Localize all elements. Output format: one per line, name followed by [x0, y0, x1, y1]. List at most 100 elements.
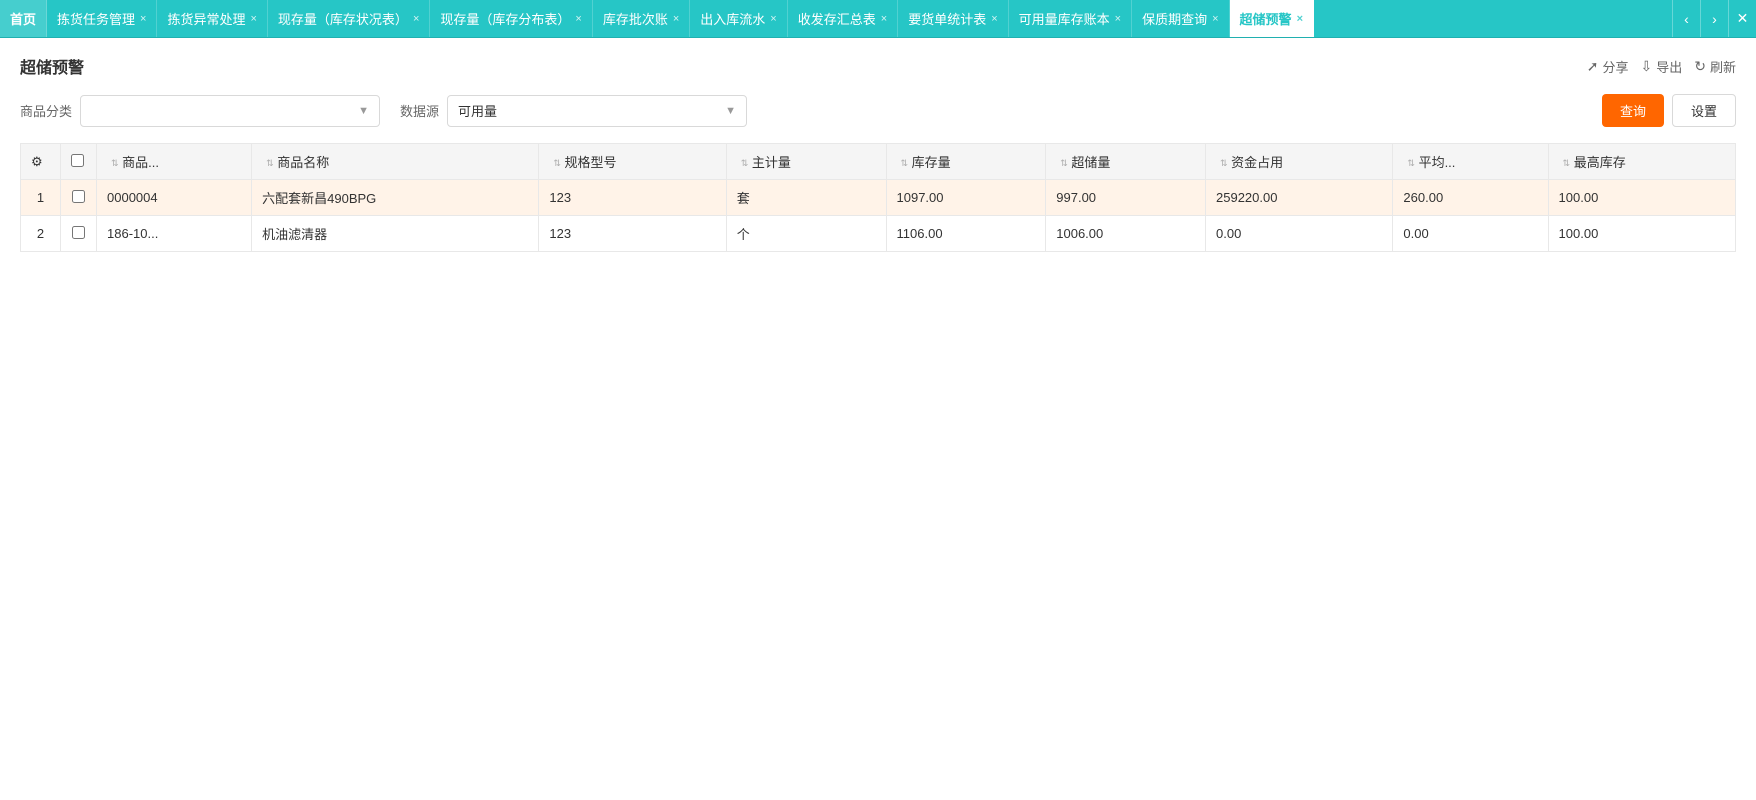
filter-row: 商品分类 ▼ 数据源 可用量 ▼ 查询 设置: [20, 94, 1736, 127]
nav-tab-close[interactable]: ×: [250, 13, 256, 25]
nav-tab-1[interactable]: 拣货异常处理 ×: [157, 0, 267, 37]
datasource-select-arrow: ▼: [725, 105, 736, 117]
nav-tab-label: 拣货任务管理: [57, 9, 135, 28]
row-unit: 套: [726, 180, 886, 216]
refresh-button[interactable]: ↻ 刷新: [1694, 57, 1736, 76]
nav-tab-3[interactable]: 现存量（库存分布表） ×: [430, 0, 592, 37]
nav-tab-label: 拣货异常处理: [167, 9, 245, 28]
page-header: 超储预警 ➚ 分享 ⇩ 导出 ↻ 刷新: [20, 54, 1736, 78]
nav-tab-label: 保质期查询: [1142, 9, 1207, 28]
table-row: 2 186-10... 机油滤清器 123 个 1106.00 1006.00 …: [21, 216, 1736, 252]
nav-tab-label: 要货单统计表: [908, 9, 986, 28]
nav-tab-7[interactable]: 要货单统计表 ×: [898, 0, 1008, 37]
refresh-icon: ↻: [1694, 58, 1706, 75]
data-table: ⚙ ⇅ 商品... ⇅ 商品名称 ⇅ 规格型号 ⇅: [20, 143, 1736, 252]
share-icon: ➚: [1587, 58, 1599, 75]
row-index: 2: [21, 216, 61, 252]
datasource-filter: 数据源 可用量 ▼: [400, 95, 747, 127]
nav-tab-0[interactable]: 拣货任务管理 ×: [47, 0, 157, 37]
nav-tab-6[interactable]: 收发存汇总表 ×: [788, 0, 898, 37]
th-product-code[interactable]: ⇅ 商品...: [97, 144, 252, 180]
th-avg[interactable]: ⇅ 平均...: [1393, 144, 1548, 180]
page-content: 超储预警 ➚ 分享 ⇩ 导出 ↻ 刷新 商品分类 ▼ 数据源: [0, 38, 1756, 800]
sort-arrows-name: ⇅: [266, 159, 274, 168]
th-stock[interactable]: ⇅ 库存量: [886, 144, 1046, 180]
nav-tab-close[interactable]: ×: [991, 13, 997, 25]
sort-arrows-overstock: ⇅: [1060, 159, 1068, 168]
th-max-stock[interactable]: ⇅ 最高库存: [1548, 144, 1735, 180]
page-title: 超储预警: [20, 54, 84, 78]
datasource-label: 数据源: [400, 101, 439, 120]
nav-tab-4[interactable]: 库存批次账×: [593, 0, 690, 37]
row-product-code: 186-10...: [97, 216, 252, 252]
row-overstock: 1006.00: [1046, 216, 1206, 252]
row-max-stock: 100.00: [1548, 216, 1735, 252]
settings-gear-icon[interactable]: ⚙: [31, 154, 43, 169]
row-checkbox-cell: [61, 180, 97, 216]
th-overstock[interactable]: ⇅ 超储量: [1046, 144, 1206, 180]
nav-tab-10[interactable]: 超储预警×: [1230, 0, 1314, 37]
nav-home[interactable]: 首页: [0, 0, 47, 37]
nav-tab-label: 可用量库存账本: [1019, 9, 1110, 28]
header-actions: ➚ 分享 ⇩ 导出 ↻ 刷新: [1587, 57, 1736, 76]
nav-tab-2[interactable]: 现存量（库存状况表）×: [268, 0, 430, 37]
row-avg: 0.00: [1393, 216, 1548, 252]
row-product-name: 机油滤清器: [252, 216, 539, 252]
sort-arrows-max: ⇅: [1563, 159, 1571, 168]
nav-tab-close[interactable]: ×: [140, 13, 146, 25]
sort-arrows-avg: ⇅: [1407, 159, 1415, 168]
sort-arrows-capital: ⇅: [1220, 159, 1228, 168]
nav-bar: 首页 拣货任务管理×拣货异常处理×现存量（库存状况表）×现存量（库存分布表）×库…: [0, 0, 1756, 38]
row-checkbox[interactable]: [72, 190, 85, 203]
nav-tab-label: 收发存汇总表: [798, 9, 876, 28]
nav-tab-5[interactable]: 出入库流水×: [690, 0, 787, 37]
nav-tab-8[interactable]: 可用量库存账本 ×: [1009, 0, 1132, 37]
row-max-stock: 100.00: [1548, 180, 1735, 216]
row-capital: 259220.00: [1206, 180, 1393, 216]
th-capital[interactable]: ⇅ 资金占用: [1206, 144, 1393, 180]
th-spec[interactable]: ⇅ 规格型号: [539, 144, 726, 180]
export-icon: ⇩: [1641, 58, 1653, 75]
row-overstock: 997.00: [1046, 180, 1206, 216]
nav-tab-close[interactable]: ×: [673, 13, 679, 25]
nav-tab-9[interactable]: 保质期查询 ×: [1132, 0, 1229, 37]
nav-tab-close[interactable]: ×: [1115, 13, 1121, 25]
query-button[interactable]: 查询: [1602, 94, 1664, 127]
nav-tab-close[interactable]: ×: [881, 13, 887, 25]
th-settings[interactable]: ⚙: [21, 144, 61, 180]
nav-tab-close[interactable]: ×: [770, 13, 776, 25]
nav-prev-arrow[interactable]: ‹: [1672, 0, 1700, 37]
export-button[interactable]: ⇩ 导出: [1641, 57, 1683, 76]
nav-arrows: ‹ › ✕: [1672, 0, 1756, 37]
row-stock: 1097.00: [886, 180, 1046, 216]
category-filter: 商品分类 ▼: [20, 95, 380, 127]
row-spec: 123: [539, 216, 726, 252]
nav-tab-close[interactable]: ×: [413, 13, 419, 25]
category-select[interactable]: ▼: [80, 95, 380, 127]
nav-tab-close[interactable]: ×: [575, 13, 581, 25]
sort-arrows-stock: ⇅: [901, 159, 909, 168]
nav-tab-close[interactable]: ×: [1212, 13, 1218, 25]
filter-buttons: 查询 设置: [1602, 94, 1736, 127]
row-product-code: 0000004: [97, 180, 252, 216]
th-unit[interactable]: ⇅ 主计量: [726, 144, 886, 180]
select-all-checkbox[interactable]: [71, 154, 84, 167]
datasource-value: 可用量: [458, 101, 497, 120]
th-checkbox: [61, 144, 97, 180]
datasource-select[interactable]: 可用量 ▼: [447, 95, 747, 127]
row-checkbox-cell: [61, 216, 97, 252]
nav-tab-close[interactable]: ×: [1297, 13, 1303, 25]
category-label: 商品分类: [20, 101, 72, 120]
sort-arrows-code: ⇅: [111, 159, 119, 168]
row-product-name: 六配套新昌490BPG: [252, 180, 539, 216]
share-button[interactable]: ➚ 分享: [1587, 57, 1629, 76]
category-select-arrow: ▼: [358, 105, 369, 117]
nav-next-arrow[interactable]: ›: [1700, 0, 1728, 37]
sort-arrows-spec: ⇅: [553, 159, 561, 168]
row-checkbox[interactable]: [72, 226, 85, 239]
th-product-name[interactable]: ⇅ 商品名称: [252, 144, 539, 180]
nav-close-arrow[interactable]: ✕: [1728, 0, 1756, 37]
nav-tab-label: 现存量（库存分布表）: [440, 9, 570, 28]
sort-arrows-unit: ⇅: [741, 159, 749, 168]
settings-button[interactable]: 设置: [1672, 94, 1736, 127]
